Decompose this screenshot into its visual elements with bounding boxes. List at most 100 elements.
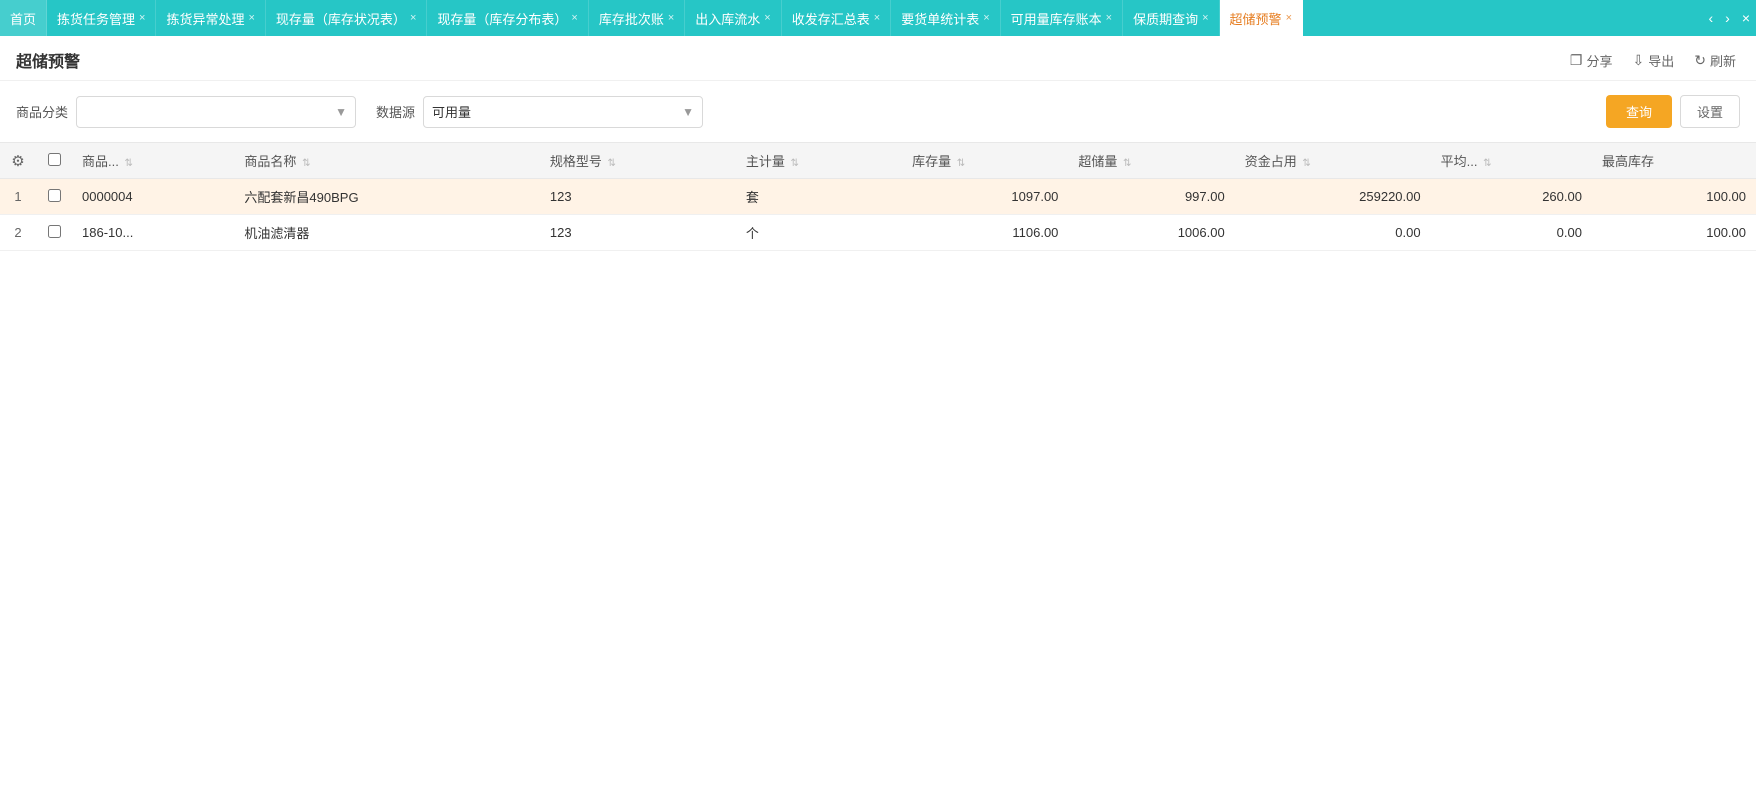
close-icon[interactable]: × — [571, 12, 577, 24]
nav-item-exception[interactable]: 拣货异常处理 × — [156, 0, 265, 36]
row-num: 1 — [0, 179, 36, 215]
unit: 个 — [736, 215, 902, 251]
row-num: 2 — [0, 215, 36, 251]
close-icon[interactable]: × — [1202, 12, 1208, 24]
table-header-row: ⚙ 商品... ⇅ 商品名称 ⇅ 规格型号 ⇅ — [0, 143, 1756, 179]
nav-item-summary[interactable]: 收发存汇总表 × — [782, 0, 891, 36]
settings-button[interactable]: 设置 — [1680, 95, 1740, 128]
select-all-checkbox[interactable] — [48, 153, 61, 166]
max-stock: 100.00 — [1592, 179, 1756, 215]
avg: 260.00 — [1431, 179, 1592, 215]
nav-item-task[interactable]: 拣货任务管理 × — [47, 0, 156, 36]
spec: 123 — [540, 215, 736, 251]
max-stock: 100.00 — [1592, 215, 1756, 251]
nav-prev-button[interactable]: ‹ — [1702, 0, 1719, 36]
sort-icon[interactable]: ⇅ — [957, 158, 965, 169]
table-row[interactable]: 2 186-10... 机油滤清器 123 个 1106.00 1006.00 … — [0, 215, 1756, 251]
nav-item-stock-dist[interactable]: 现存量（库存分布表） × — [427, 0, 588, 36]
th-over-stock: 超储量 ⇅ — [1068, 143, 1234, 179]
close-icon[interactable]: × — [410, 12, 416, 24]
data-table: ⚙ 商品... ⇅ 商品名称 ⇅ 规格型号 ⇅ — [0, 142, 1756, 251]
th-capital: 资金占用 ⇅ — [1235, 143, 1431, 179]
chevron-down-icon: ▼ — [335, 105, 347, 119]
filter-product-category: 商品分类 ▼ — [16, 96, 356, 128]
main-content: 超储预警 ❐ 分享 ⇩ 导出 ↻ 刷新 商品分类 ▼ 数据源 — [0, 36, 1756, 800]
th-settings: ⚙ — [0, 143, 36, 179]
th-unit: 主计量 ⇅ — [736, 143, 902, 179]
data-source-value: 可用量 — [432, 102, 471, 121]
nav-item-batch[interactable]: 库存批次账 × — [589, 0, 685, 36]
row-checkbox-cell — [36, 215, 72, 251]
refresh-button[interactable]: ↻ 刷新 — [1690, 49, 1740, 72]
sort-icon[interactable]: ⇅ — [1483, 158, 1491, 169]
table-body: 1 0000004 六配套新昌490BPG 123 套 1097.00 997.… — [0, 179, 1756, 251]
close-icon[interactable]: × — [248, 12, 254, 24]
product-code: 186-10... — [72, 215, 234, 251]
capital: 259220.00 — [1235, 179, 1431, 215]
data-source-select[interactable]: 可用量 ▼ — [423, 96, 703, 128]
th-product-name: 商品名称 ⇅ — [234, 143, 539, 179]
header-actions: ❐ 分享 ⇩ 导出 ↻ 刷新 — [1566, 49, 1740, 72]
query-button[interactable]: 查询 — [1606, 95, 1672, 128]
over-stock: 1006.00 — [1068, 215, 1234, 251]
row-checkbox-cell — [36, 179, 72, 215]
chevron-down-icon: ▼ — [682, 105, 694, 119]
sort-icon[interactable]: ⇅ — [790, 158, 798, 169]
row-checkbox[interactable] — [48, 225, 61, 238]
page-title: 超储预警 — [16, 48, 80, 72]
sort-icon[interactable]: ⇅ — [124, 158, 132, 169]
close-icon[interactable]: × — [1106, 12, 1112, 24]
th-max-stock: 最高库存 — [1592, 143, 1756, 179]
nav-item-stock-status[interactable]: 现存量（库存状况表） × — [266, 0, 427, 36]
filter-data-source: 数据源 可用量 ▼ — [376, 96, 703, 128]
close-icon[interactable]: × — [764, 12, 770, 24]
filter-actions: 查询 设置 — [1606, 95, 1740, 128]
product-category-label: 商品分类 — [16, 102, 68, 121]
close-icon[interactable]: × — [668, 12, 674, 24]
share-button[interactable]: ❐ 分享 — [1566, 49, 1617, 72]
close-icon[interactable]: × — [874, 12, 880, 24]
sort-icon[interactable]: ⇅ — [1123, 158, 1131, 169]
nav-item-demand[interactable]: 要货单统计表 × — [891, 0, 1000, 36]
close-icon[interactable]: × — [139, 12, 145, 24]
nav-next-button[interactable]: › — [1719, 0, 1736, 36]
nav-item-home[interactable]: 首页 — [0, 0, 47, 36]
product-code: 0000004 — [72, 179, 234, 215]
filter-row: 商品分类 ▼ 数据源 可用量 ▼ 查询 设置 — [0, 81, 1756, 142]
nav-item-overstock[interactable]: 超储预警 × — [1220, 0, 1303, 36]
stock: 1097.00 — [902, 179, 1068, 215]
nav-item-quality[interactable]: 保质期查询 × — [1123, 0, 1219, 36]
export-button[interactable]: ⇩ 导出 — [1629, 49, 1679, 72]
close-icon[interactable]: × — [1286, 12, 1292, 24]
th-spec: 规格型号 ⇅ — [540, 143, 736, 179]
nav-item-available[interactable]: 可用量库存账本 × — [1001, 0, 1123, 36]
th-product-code: 商品... ⇅ — [72, 143, 234, 179]
sort-icon[interactable]: ⇅ — [1302, 158, 1310, 169]
nav-bar: 首页 拣货任务管理 × 拣货异常处理 × 现存量（库存状况表） × 现存量（库存… — [0, 0, 1756, 36]
nav-arrows: ‹ › × — [1702, 0, 1756, 36]
stock: 1106.00 — [902, 215, 1068, 251]
th-checkbox — [36, 143, 72, 179]
table-container: ⚙ 商品... ⇅ 商品名称 ⇅ 规格型号 ⇅ — [0, 142, 1756, 251]
spec: 123 — [540, 179, 736, 215]
nav-item-inout[interactable]: 出入库流水 × — [685, 0, 781, 36]
refresh-icon: ↻ — [1694, 52, 1706, 69]
unit: 套 — [736, 179, 902, 215]
sort-icon[interactable]: ⇅ — [302, 158, 310, 169]
th-avg: 平均... ⇅ — [1431, 143, 1592, 179]
product-name: 机油滤清器 — [234, 215, 539, 251]
table-row[interactable]: 1 0000004 六配套新昌490BPG 123 套 1097.00 997.… — [0, 179, 1756, 215]
share-icon: ❐ — [1570, 52, 1583, 69]
data-source-label: 数据源 — [376, 102, 415, 121]
export-icon: ⇩ — [1633, 52, 1645, 69]
nav-close-button[interactable]: × — [1736, 0, 1756, 36]
sort-icon[interactable]: ⇅ — [608, 158, 616, 169]
avg: 0.00 — [1431, 215, 1592, 251]
row-checkbox[interactable] — [48, 189, 61, 202]
page-header: 超储预警 ❐ 分享 ⇩ 导出 ↻ 刷新 — [0, 36, 1756, 81]
close-icon[interactable]: × — [983, 12, 989, 24]
th-stock: 库存量 ⇅ — [902, 143, 1068, 179]
product-category-select[interactable]: ▼ — [76, 96, 356, 128]
gear-icon[interactable]: ⚙ — [11, 153, 24, 170]
product-name: 六配套新昌490BPG — [234, 179, 539, 215]
